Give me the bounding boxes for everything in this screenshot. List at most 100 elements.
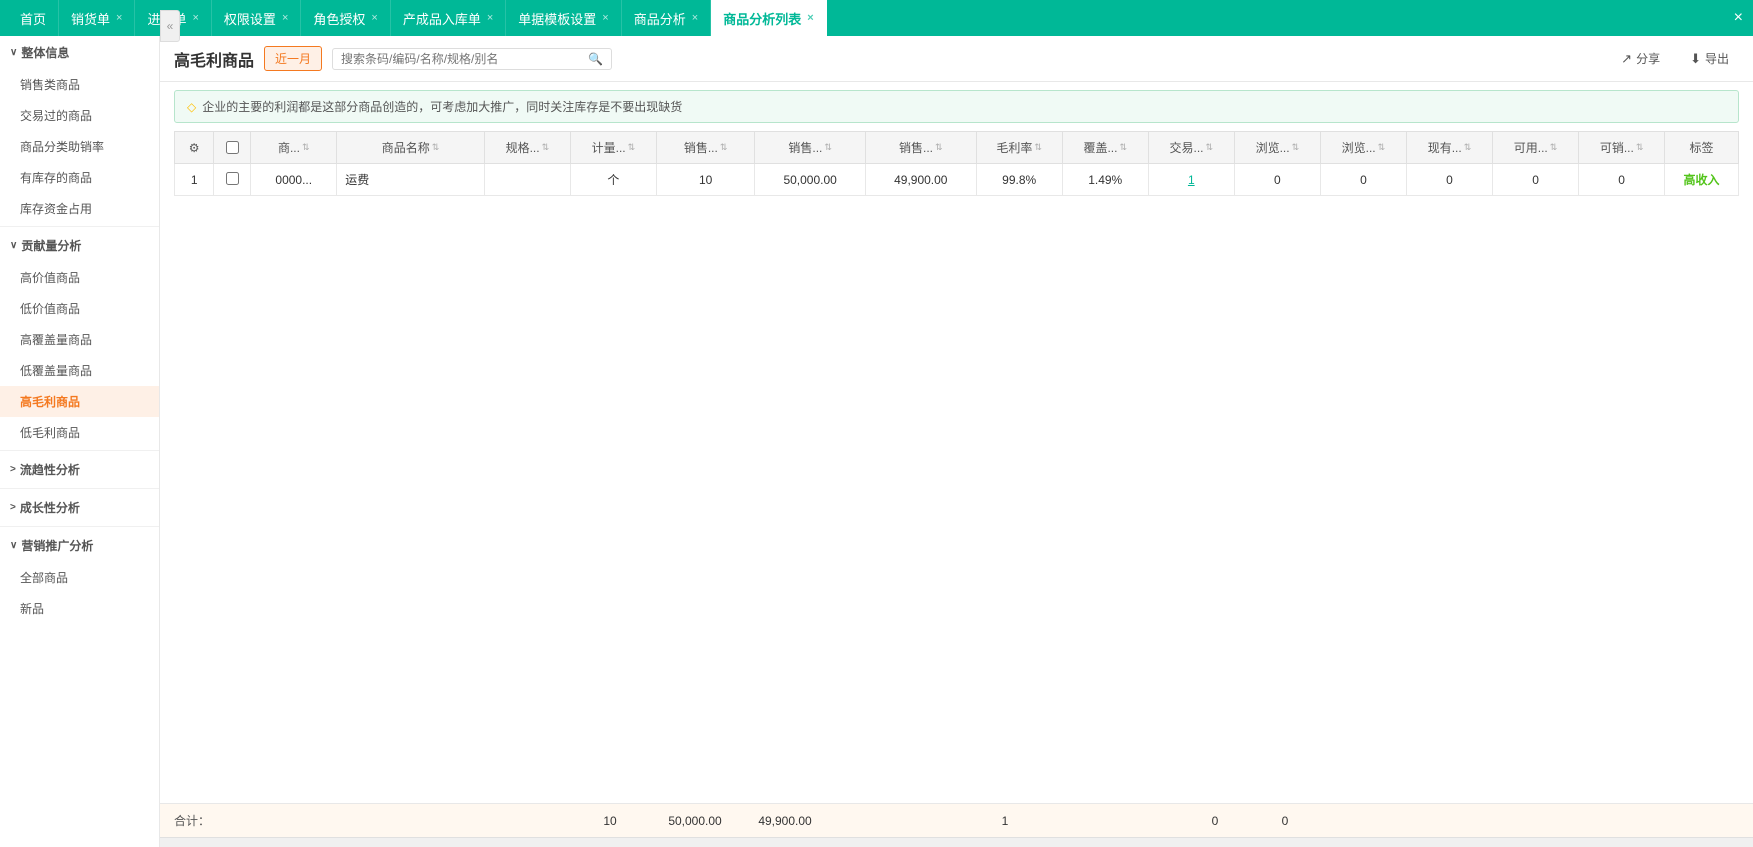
- table-body: 1 0000... 运费 个 10 50,000.00 49,900.00 99…: [175, 164, 1739, 196]
- col-available-header[interactable]: 可用...⇅: [1493, 132, 1579, 164]
- top-navigation: 首页 销货单 × 进货单 × 权限设置 × 角色授权 × 产成品入库单 × 单据…: [0, 0, 1753, 36]
- sort-icon: ⇅: [1464, 142, 1472, 153]
- nav-product-inbound[interactable]: 产成品入库单 ×: [391, 0, 506, 36]
- filter-recent-month-button[interactable]: 近一月: [264, 46, 322, 71]
- nav-close-icon[interactable]: ×: [602, 12, 608, 24]
- footer-sales-amount: 50,000.00: [650, 814, 740, 828]
- sidebar-group-trend[interactable]: > 流趋性分析: [0, 453, 159, 486]
- header-actions: ↗ 分享 ⬇ 导出: [1611, 46, 1739, 71]
- col-settings[interactable]: ⚙: [175, 132, 214, 164]
- sort-icon: ⇅: [720, 142, 728, 153]
- row-tag: 高收入: [1665, 164, 1739, 196]
- col-spec-header[interactable]: 规格...⇅: [484, 132, 570, 164]
- col-trade-header[interactable]: 交易...⇅: [1148, 132, 1234, 164]
- table-row: 1 0000... 运费 个 10 50,000.00 49,900.00 99…: [175, 164, 1739, 196]
- row-spec: [484, 164, 570, 196]
- row-coverage: 1.49%: [1062, 164, 1148, 196]
- nav-close-icon[interactable]: ×: [807, 12, 813, 24]
- sidebar-divider-3: [0, 488, 159, 489]
- group-expand-icon: >: [10, 502, 16, 513]
- sidebar: ∨ 整体信息 销售类商品 交易过的商品 商品分类助销率 有库存的商品 库存资金占…: [0, 36, 160, 847]
- sidebar-item-all-products[interactable]: 全部商品: [0, 562, 159, 593]
- col-tag-header[interactable]: 标签: [1665, 132, 1739, 164]
- nav-close-icon[interactable]: ×: [371, 12, 377, 24]
- col-name-header[interactable]: 商品名称⇅: [337, 132, 485, 164]
- main-container: ∨ 整体信息 销售类商品 交易过的商品 商品分类助销率 有库存的商品 库存资金占…: [0, 36, 1753, 847]
- sidebar-item-sales-products[interactable]: 销售类商品: [0, 69, 159, 100]
- sort-icon: ⇅: [1292, 142, 1300, 153]
- nav-close-icon[interactable]: ×: [116, 12, 122, 24]
- content-area: 高毛利商品 近一月 🔍 ↗ 分享 ⬇ 导出 ◇ 企业的主要的利润都是这部分商品创…: [160, 36, 1753, 847]
- info-icon: ◇: [187, 100, 196, 114]
- sidebar-item-traded-products[interactable]: 交易过的商品: [0, 100, 159, 131]
- sidebar-item-high-margin[interactable]: 高毛利商品: [0, 386, 159, 417]
- sidebar-item-in-stock-products[interactable]: 有库存的商品: [0, 162, 159, 193]
- select-all-checkbox[interactable]: [226, 141, 239, 154]
- group-expand-icon: ∨: [10, 540, 17, 551]
- nav-sales-order[interactable]: 销货单 ×: [59, 0, 135, 36]
- share-button[interactable]: ↗ 分享: [1611, 46, 1670, 71]
- nav-close-icon[interactable]: ×: [487, 12, 493, 24]
- sort-icon: ⇅: [1034, 142, 1042, 153]
- sidebar-group-contribution[interactable]: ∨ 贡献量分析: [0, 229, 159, 262]
- nav-home[interactable]: 首页: [8, 0, 59, 36]
- sort-icon: ⇅: [824, 142, 832, 153]
- info-banner: ◇ 企业的主要的利润都是这部分商品创造的，可考虑加大推广，同时关注库存是不要出现…: [174, 90, 1739, 123]
- col-sales-cost-header[interactable]: 销售...⇅: [865, 132, 976, 164]
- col-gross-margin-header[interactable]: 毛利率⇅: [976, 132, 1062, 164]
- nav-template-settings[interactable]: 单据模板设置 ×: [506, 0, 621, 36]
- horizontal-scrollbar[interactable]: [160, 837, 1753, 847]
- footer-available: 0: [1250, 814, 1320, 828]
- sort-icon: ⇅: [935, 142, 943, 153]
- sidebar-item-low-margin[interactable]: 低毛利商品: [0, 417, 159, 448]
- sidebar-item-high-coverage[interactable]: 高覆盖量商品: [0, 324, 159, 355]
- sidebar-group-growth[interactable]: > 成长性分析: [0, 491, 159, 524]
- col-unit-header[interactable]: 计量...⇅: [570, 132, 656, 164]
- export-icon: ⬇: [1690, 51, 1701, 67]
- col-sales-amount-header[interactable]: 销售...⇅: [755, 132, 866, 164]
- footer-sales-cost: 49,900.00: [740, 814, 830, 828]
- search-icon[interactable]: 🔍: [588, 52, 603, 66]
- sidebar-divider-4: [0, 526, 159, 527]
- sidebar-collapse-button[interactable]: «: [160, 10, 180, 42]
- col-browse2-header[interactable]: 浏览...⇅: [1320, 132, 1406, 164]
- export-button[interactable]: ⬇ 导出: [1680, 46, 1739, 71]
- sidebar-item-low-value[interactable]: 低价值商品: [0, 293, 159, 324]
- window-close-button[interactable]: ×: [1734, 9, 1743, 27]
- sidebar-item-low-coverage[interactable]: 低覆盖量商品: [0, 355, 159, 386]
- footer-bar: 合计： 10 50,000.00 49,900.00 1 0 0: [160, 803, 1753, 837]
- nav-close-icon[interactable]: ×: [692, 12, 698, 24]
- row-sellable: 0: [1579, 164, 1665, 196]
- sidebar-item-category-sales-rate[interactable]: 商品分类助销率: [0, 131, 159, 162]
- col-checkbox: [214, 132, 251, 164]
- nav-product-analysis[interactable]: 商品分析 ×: [622, 0, 711, 36]
- nav-product-analysis-list[interactable]: 商品分析列表 ×: [711, 0, 826, 36]
- settings-icon[interactable]: ⚙: [189, 141, 200, 155]
- search-input[interactable]: [341, 52, 588, 66]
- nav-close-icon[interactable]: ×: [282, 12, 288, 24]
- row-code: 0000...: [251, 164, 337, 196]
- col-browse1-header[interactable]: 浏览...⇅: [1234, 132, 1320, 164]
- sidebar-item-high-value[interactable]: 高价值商品: [0, 262, 159, 293]
- col-current-header[interactable]: 现有...⇅: [1406, 132, 1492, 164]
- row-checkbox[interactable]: [214, 164, 251, 196]
- row-current: 0: [1406, 164, 1492, 196]
- sidebar-group-overall[interactable]: ∨ 整体信息: [0, 36, 159, 69]
- footer-trade: 1: [970, 814, 1040, 828]
- col-coverage-header[interactable]: 覆盖...⇅: [1062, 132, 1148, 164]
- sidebar-item-new-products[interactable]: 新品: [0, 593, 159, 624]
- nav-permission-settings[interactable]: 权限设置 ×: [212, 0, 301, 36]
- col-code-header[interactable]: 商...⇅: [251, 132, 337, 164]
- nav-close-icon[interactable]: ×: [192, 12, 198, 24]
- sidebar-group-marketing[interactable]: ∨ 营销推广分析: [0, 529, 159, 562]
- sidebar-item-inventory-capital[interactable]: 库存资金占用: [0, 193, 159, 224]
- group-expand-icon: ∨: [10, 47, 17, 58]
- col-sellable-header[interactable]: 可销...⇅: [1579, 132, 1665, 164]
- row-unit: 个: [570, 164, 656, 196]
- sort-icon: ⇅: [432, 142, 440, 153]
- sort-icon: ⇅: [1378, 142, 1386, 153]
- col-sales-qty-header[interactable]: 销售...⇅: [656, 132, 754, 164]
- row-trade[interactable]: 1: [1148, 164, 1234, 196]
- group-expand-icon: >: [10, 464, 16, 475]
- nav-role-auth[interactable]: 角色授权 ×: [301, 0, 390, 36]
